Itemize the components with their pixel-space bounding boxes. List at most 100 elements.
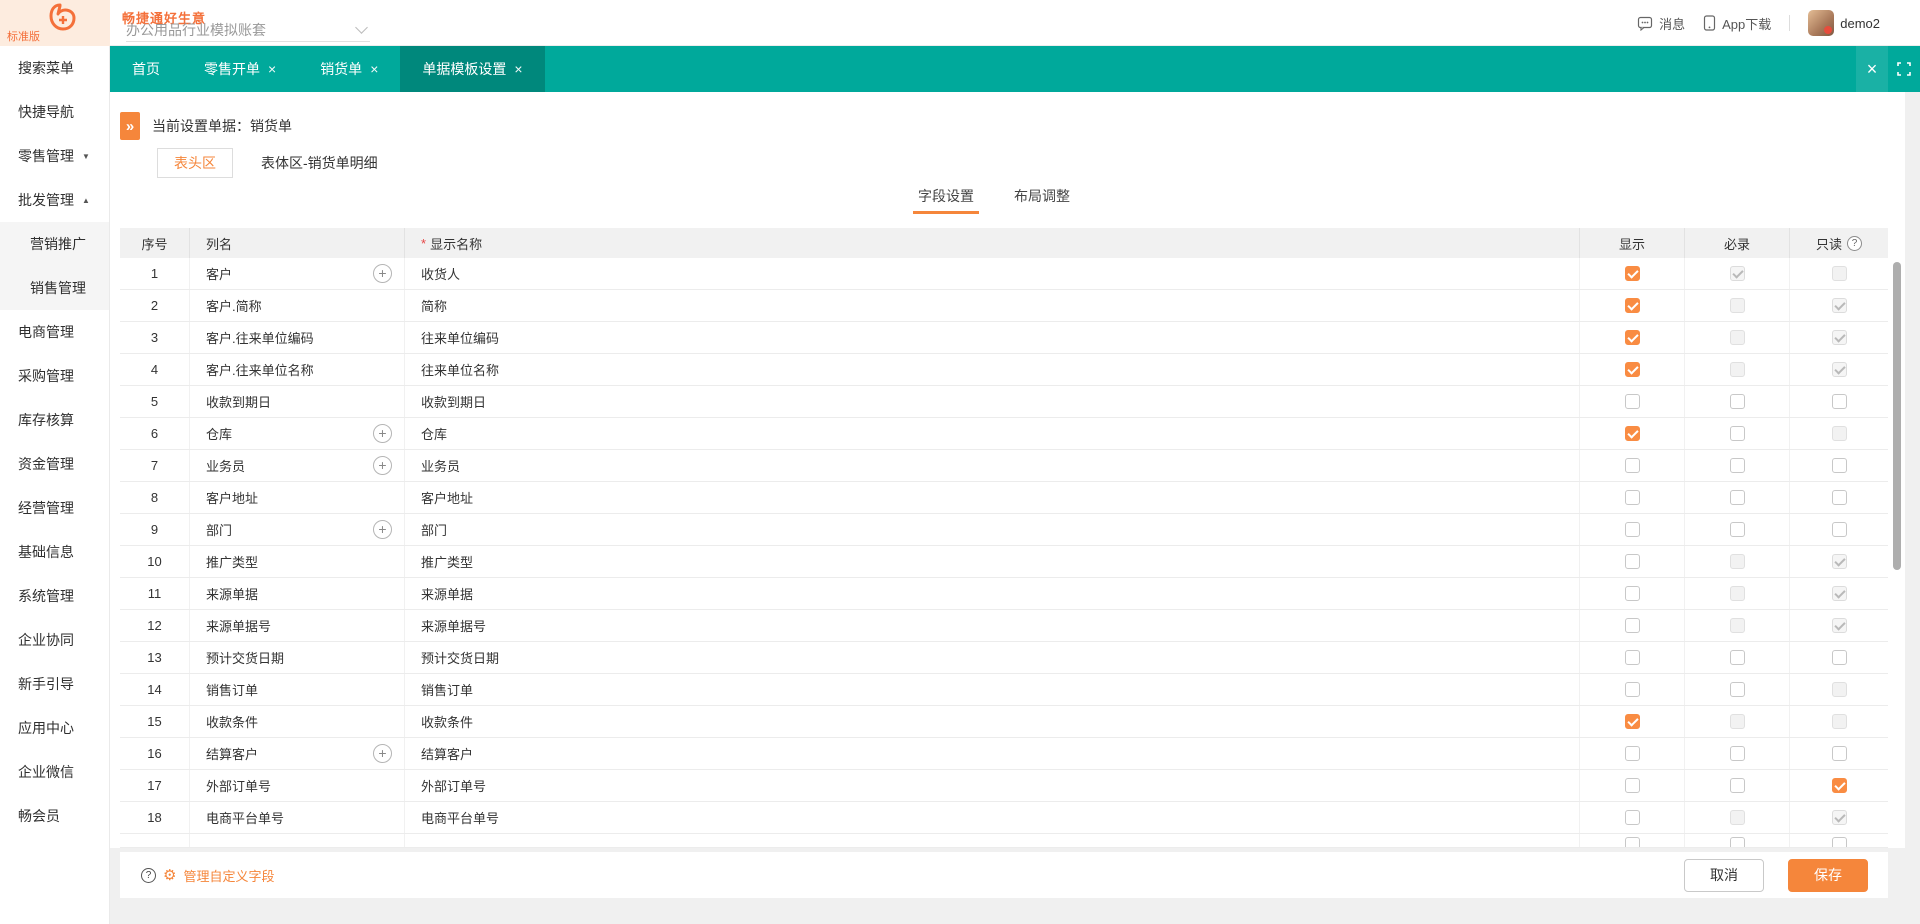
show-checkbox[interactable] (1624, 554, 1640, 569)
show-checkbox[interactable] (1624, 266, 1640, 281)
required-checkbox[interactable] (1729, 426, 1745, 441)
help-icon[interactable]: ? (141, 867, 156, 883)
mode-tab[interactable]: 布局调整 (1009, 186, 1075, 214)
app-download-button[interactable]: App下载 (1703, 14, 1771, 33)
display-name-cell[interactable]: 仓库 (405, 418, 1580, 449)
display-name-cell[interactable]: 来源单据号 (405, 610, 1580, 641)
display-name-cell[interactable]: 结算客户 (405, 738, 1580, 769)
tab-close-icon[interactable]: × (268, 62, 276, 76)
show-checkbox[interactable] (1624, 394, 1640, 409)
sidebar-item[interactable]: 新手引导 (0, 662, 109, 706)
show-checkbox[interactable] (1624, 618, 1640, 633)
sidebar-item[interactable]: 销售管理 (0, 266, 109, 310)
display-name-cell[interactable]: 推广类型 (405, 546, 1580, 577)
required-checkbox[interactable] (1729, 682, 1745, 697)
tab-close-icon[interactable]: × (370, 62, 378, 76)
plus-icon[interactable]: + (373, 456, 392, 475)
user-menu[interactable]: demo2 (1808, 10, 1880, 36)
required-checkbox[interactable] (1729, 650, 1745, 665)
display-name-cell[interactable]: 预计交货日期 (405, 642, 1580, 673)
show-checkbox[interactable] (1624, 682, 1640, 697)
table-scrollbar-thumb[interactable] (1893, 262, 1901, 570)
required-checkbox[interactable] (1729, 394, 1745, 409)
display-name-cell[interactable]: 往来单位名称 (405, 354, 1580, 385)
nav-tab[interactable]: 首页 (110, 46, 182, 92)
show-checkbox[interactable] (1624, 330, 1640, 345)
required-checkbox[interactable] (1729, 837, 1745, 847)
display-name-cell[interactable]: 客户地址 (405, 482, 1580, 513)
cancel-button[interactable]: 取消 (1684, 858, 1764, 892)
sidebar-item[interactable]: 零售管理 ▼ (0, 134, 109, 178)
sidebar-item[interactable]: 电商管理 (0, 310, 109, 354)
nav-tab[interactable]: 单据模板设置 × (400, 46, 545, 92)
required-checkbox[interactable] (1729, 522, 1745, 537)
show-checkbox[interactable] (1624, 362, 1640, 377)
show-checkbox[interactable] (1624, 650, 1640, 665)
show-checkbox[interactable] (1624, 490, 1640, 505)
display-name-cell[interactable]: 收款条件 (405, 706, 1580, 737)
readonly-checkbox[interactable] (1831, 522, 1847, 537)
readonly-checkbox[interactable] (1831, 458, 1847, 473)
mode-tab[interactable]: 字段设置 (913, 186, 979, 214)
show-checkbox[interactable] (1624, 522, 1640, 537)
required-checkbox[interactable] (1729, 490, 1745, 505)
display-name-cell[interactable]: 收款到期日 (405, 386, 1580, 417)
display-name-cell[interactable]: 来源单据 (405, 578, 1580, 609)
sidebar-item[interactable]: 采购管理 (0, 354, 109, 398)
required-checkbox[interactable] (1729, 778, 1745, 793)
close-window-button[interactable]: × (1856, 46, 1888, 92)
sidebar-item[interactable]: 搜索菜单 (0, 46, 109, 90)
sidebar-item[interactable]: 系统管理 (0, 574, 109, 618)
display-name-cell[interactable]: 外部订单号 (405, 770, 1580, 801)
show-checkbox[interactable] (1624, 837, 1640, 847)
show-checkbox[interactable] (1624, 298, 1640, 313)
sidebar-item[interactable]: 批发管理 ▲ (0, 178, 109, 222)
required-checkbox[interactable] (1729, 458, 1745, 473)
plus-icon[interactable]: + (373, 520, 392, 539)
sidebar-item[interactable]: 经营管理 (0, 486, 109, 530)
readonly-checkbox[interactable] (1831, 650, 1847, 665)
display-name-cell[interactable]: 简称 (405, 290, 1580, 321)
readonly-checkbox[interactable] (1831, 778, 1847, 793)
sidebar-item[interactable]: 应用中心 (0, 706, 109, 750)
sidebar-item[interactable]: 库存核算 (0, 398, 109, 442)
sidebar-item[interactable]: 快捷导航 (0, 90, 109, 134)
show-checkbox[interactable] (1624, 714, 1640, 729)
messages-button[interactable]: 消息 (1637, 14, 1685, 33)
display-name-cell[interactable]: 电商平台单号 (405, 802, 1580, 833)
display-name-cell[interactable]: 往来单位编码 (405, 322, 1580, 353)
plus-icon[interactable]: + (373, 264, 392, 283)
readonly-checkbox[interactable] (1831, 394, 1847, 409)
account-dropdown[interactable]: 办公用品行业模拟账套 (126, 18, 370, 42)
tab-close-icon[interactable]: × (514, 62, 522, 76)
sidebar-item[interactable]: 企业协同 (0, 618, 109, 662)
nav-tab[interactable]: 销货单 × (298, 46, 400, 92)
show-checkbox[interactable] (1624, 458, 1640, 473)
show-checkbox[interactable] (1624, 426, 1640, 441)
display-name-cell[interactable]: 部门 (405, 514, 1580, 545)
plus-icon[interactable]: + (373, 424, 392, 443)
display-name-cell[interactable]: 业务员 (405, 450, 1580, 481)
section-tab[interactable]: 表体区-销货单明细 (245, 148, 394, 178)
show-checkbox[interactable] (1624, 586, 1640, 601)
display-name-cell[interactable]: 销售订单 (405, 674, 1580, 705)
section-tab[interactable]: 表头区 (157, 148, 233, 178)
manage-custom-fields-link[interactable]: 管理自定义字段 (183, 866, 274, 885)
show-checkbox[interactable] (1624, 746, 1640, 761)
readonly-checkbox[interactable] (1831, 746, 1847, 761)
sidebar-item[interactable]: 资金管理 (0, 442, 109, 486)
readonly-checkbox[interactable] (1831, 490, 1847, 505)
show-checkbox[interactable] (1624, 778, 1640, 793)
required-checkbox[interactable] (1729, 746, 1745, 761)
sidebar-item[interactable]: 企业微信 (0, 750, 109, 794)
fullscreen-button[interactable] (1888, 46, 1920, 92)
sidebar-item[interactable]: 基础信息 (0, 530, 109, 574)
readonly-checkbox[interactable] (1831, 837, 1847, 847)
show-checkbox[interactable] (1624, 810, 1640, 825)
save-button[interactable]: 保存 (1788, 858, 1868, 892)
readonly-help-icon[interactable]: ? (1847, 235, 1862, 251)
nav-tab[interactable]: 零售开单 × (182, 46, 298, 92)
display-name-cell[interactable]: 收货人 (405, 258, 1580, 289)
sidebar-item[interactable]: 营销推广 (0, 222, 109, 266)
sidebar-item[interactable]: 畅会员 (0, 794, 109, 838)
